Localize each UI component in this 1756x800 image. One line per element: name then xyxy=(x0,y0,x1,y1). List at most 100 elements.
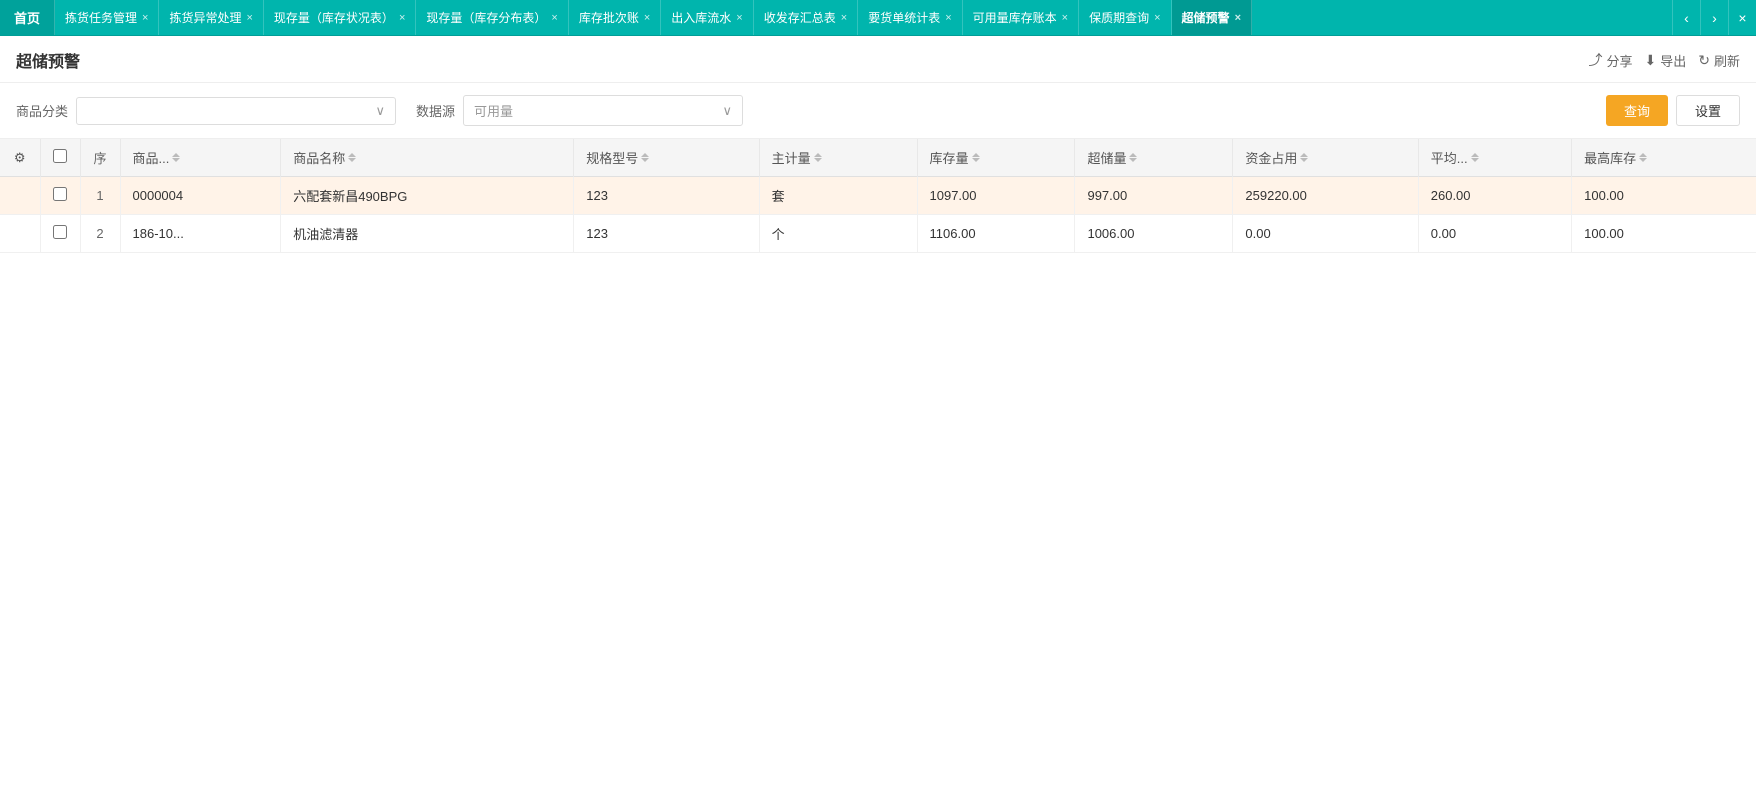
td-capital: 0.00 xyxy=(1233,215,1418,253)
filter-buttons: 查询 设置 xyxy=(1606,95,1740,126)
export-button[interactable]: ⬇ 导出 xyxy=(1645,51,1687,70)
td-gear xyxy=(0,177,40,215)
tab-close-icon[interactable]: × xyxy=(644,12,650,24)
product-category-group: 商品分类 ∨ xyxy=(16,97,396,125)
td-spec: 123 xyxy=(574,177,759,215)
export-icon: ⬇ xyxy=(1645,52,1657,69)
th-no: 序 xyxy=(80,139,120,177)
sort-icon xyxy=(1471,153,1479,162)
product-category-label: 商品分类 xyxy=(16,101,68,120)
td-maxstock: 100.00 xyxy=(1572,177,1756,215)
nav-tab-------[interactable]: 收发存汇总表× xyxy=(754,0,858,35)
td-spec: 123 xyxy=(574,215,759,253)
td-no: 1 xyxy=(80,177,120,215)
chevron-down-icon: ∨ xyxy=(723,103,733,119)
nav-tab------[interactable]: 出入库流水× xyxy=(661,0,753,35)
nav-more-button[interactable]: × xyxy=(1728,0,1756,35)
tab-close-icon[interactable]: × xyxy=(841,12,847,24)
page-actions: ⤴ 分享 ⬇ 导出 ↻ 刷新 xyxy=(1588,50,1740,70)
tab-close-icon[interactable]: × xyxy=(1235,12,1241,24)
data-source-value: 可用量 xyxy=(474,101,513,120)
td-unit: 套 xyxy=(759,177,917,215)
th-check xyxy=(40,139,80,177)
th-maxstock[interactable]: 最高库存 xyxy=(1572,139,1756,177)
td-product-name: 机油滤清器 xyxy=(281,215,574,253)
row-checkbox[interactable] xyxy=(53,187,67,201)
tab-close-icon[interactable]: × xyxy=(246,12,252,24)
nav-tab-------[interactable]: 拣货任务管理× xyxy=(55,0,159,35)
tab-close-icon[interactable]: × xyxy=(551,12,557,24)
table-row: 1 0000004 六配套新昌490BPG 123 套 1097.00 997.… xyxy=(0,177,1756,215)
tab-close-icon[interactable]: × xyxy=(736,12,742,24)
nav-tab--------[interactable]: 可用量库存账本× xyxy=(963,0,1079,35)
product-category-select[interactable]: ∨ xyxy=(76,97,396,125)
data-source-group: 数据源 可用量 ∨ xyxy=(416,95,743,126)
table-wrapper: ⚙ 序 商品... xyxy=(0,139,1756,253)
select-all-checkbox[interactable] xyxy=(53,149,67,163)
nav-tab------[interactable]: 库存批次账× xyxy=(569,0,661,35)
th-unit[interactable]: 主计量 xyxy=(759,139,917,177)
td-product-name: 六配套新昌490BPG xyxy=(281,177,574,215)
td-check xyxy=(40,215,80,253)
td-overstock: 997.00 xyxy=(1075,177,1233,215)
th-avg[interactable]: 平均... xyxy=(1418,139,1571,177)
nav-next-button[interactable]: › xyxy=(1700,0,1728,35)
td-capital: 259220.00 xyxy=(1233,177,1418,215)
td-product-code: 186-10... xyxy=(120,215,281,253)
td-stock: 1097.00 xyxy=(917,177,1075,215)
th-gear[interactable]: ⚙ xyxy=(0,139,40,177)
gear-icon: ⚙ xyxy=(14,150,26,165)
sort-icon xyxy=(172,153,180,162)
td-product-code: 0000004 xyxy=(120,177,281,215)
td-gear xyxy=(0,215,40,253)
td-avg: 0.00 xyxy=(1418,215,1571,253)
nav-prev-button[interactable]: ‹ xyxy=(1672,0,1700,35)
query-button[interactable]: 查询 xyxy=(1606,95,1668,126)
nav-tab-----[interactable]: 超储预警× xyxy=(1172,0,1252,35)
nav-home[interactable]: 首页 xyxy=(0,0,55,35)
th-overstock[interactable]: 超储量 xyxy=(1075,139,1233,177)
sort-icon xyxy=(1300,153,1308,162)
data-source-select[interactable]: 可用量 ∨ xyxy=(463,95,743,126)
page-title: 超储预警 xyxy=(16,48,80,72)
refresh-icon: ↻ xyxy=(1698,52,1710,69)
nav-tab-------[interactable]: 拣货异常处理× xyxy=(159,0,263,35)
th-product-name[interactable]: 商品名称 xyxy=(281,139,574,177)
nav-tab-----------[interactable]: 现存量（库存分布表）× xyxy=(416,0,568,35)
top-nav: 首页 拣货任务管理×拣货异常处理×现存量（库存状况表）×现存量（库存分布表）×库… xyxy=(0,0,1756,36)
td-avg: 260.00 xyxy=(1418,177,1571,215)
sort-icon xyxy=(348,153,356,162)
chevron-down-icon: ∨ xyxy=(376,103,386,119)
sort-icon xyxy=(641,153,649,162)
th-stock[interactable]: 库存量 xyxy=(917,139,1075,177)
refresh-button[interactable]: ↻ 刷新 xyxy=(1698,51,1740,70)
settings-button[interactable]: 设置 xyxy=(1676,95,1740,126)
page-content: 超储预警 ⤴ 分享 ⬇ 导出 ↻ 刷新 商品分类 ∨ 数据源 xyxy=(0,36,1756,800)
nav-tab------[interactable]: 保质期查询× xyxy=(1079,0,1171,35)
data-source-label: 数据源 xyxy=(416,101,455,120)
nav-tab-----------[interactable]: 现存量（库存状况表）× xyxy=(264,0,416,35)
tab-close-icon[interactable]: × xyxy=(1062,12,1068,24)
td-stock: 1106.00 xyxy=(917,215,1075,253)
th-capital[interactable]: 资金占用 xyxy=(1233,139,1418,177)
share-button[interactable]: ⤴ 分享 xyxy=(1588,50,1632,70)
row-checkbox[interactable] xyxy=(53,225,67,239)
td-overstock: 1006.00 xyxy=(1075,215,1233,253)
tab-close-icon[interactable]: × xyxy=(142,12,148,24)
th-spec[interactable]: 规格型号 xyxy=(574,139,759,177)
sort-icon xyxy=(972,153,980,162)
share-icon: ⤴ xyxy=(1588,50,1602,70)
filter-area: 商品分类 ∨ 数据源 可用量 ∨ 查询 设置 xyxy=(0,83,1756,139)
tab-close-icon[interactable]: × xyxy=(399,12,405,24)
tab-close-icon[interactable]: × xyxy=(1154,12,1160,24)
td-check xyxy=(40,177,80,215)
tab-close-icon[interactable]: × xyxy=(945,12,951,24)
table-row: 2 186-10... 机油滤清器 123 个 1106.00 1006.00 … xyxy=(0,215,1756,253)
nav-tab-------[interactable]: 要货单统计表× xyxy=(858,0,962,35)
page-header: 超储预警 ⤴ 分享 ⬇ 导出 ↻ 刷新 xyxy=(0,36,1756,83)
td-no: 2 xyxy=(80,215,120,253)
sort-icon xyxy=(1639,153,1647,162)
td-unit: 个 xyxy=(759,215,917,253)
th-product-code[interactable]: 商品... xyxy=(120,139,281,177)
main-table: ⚙ 序 商品... xyxy=(0,139,1756,253)
